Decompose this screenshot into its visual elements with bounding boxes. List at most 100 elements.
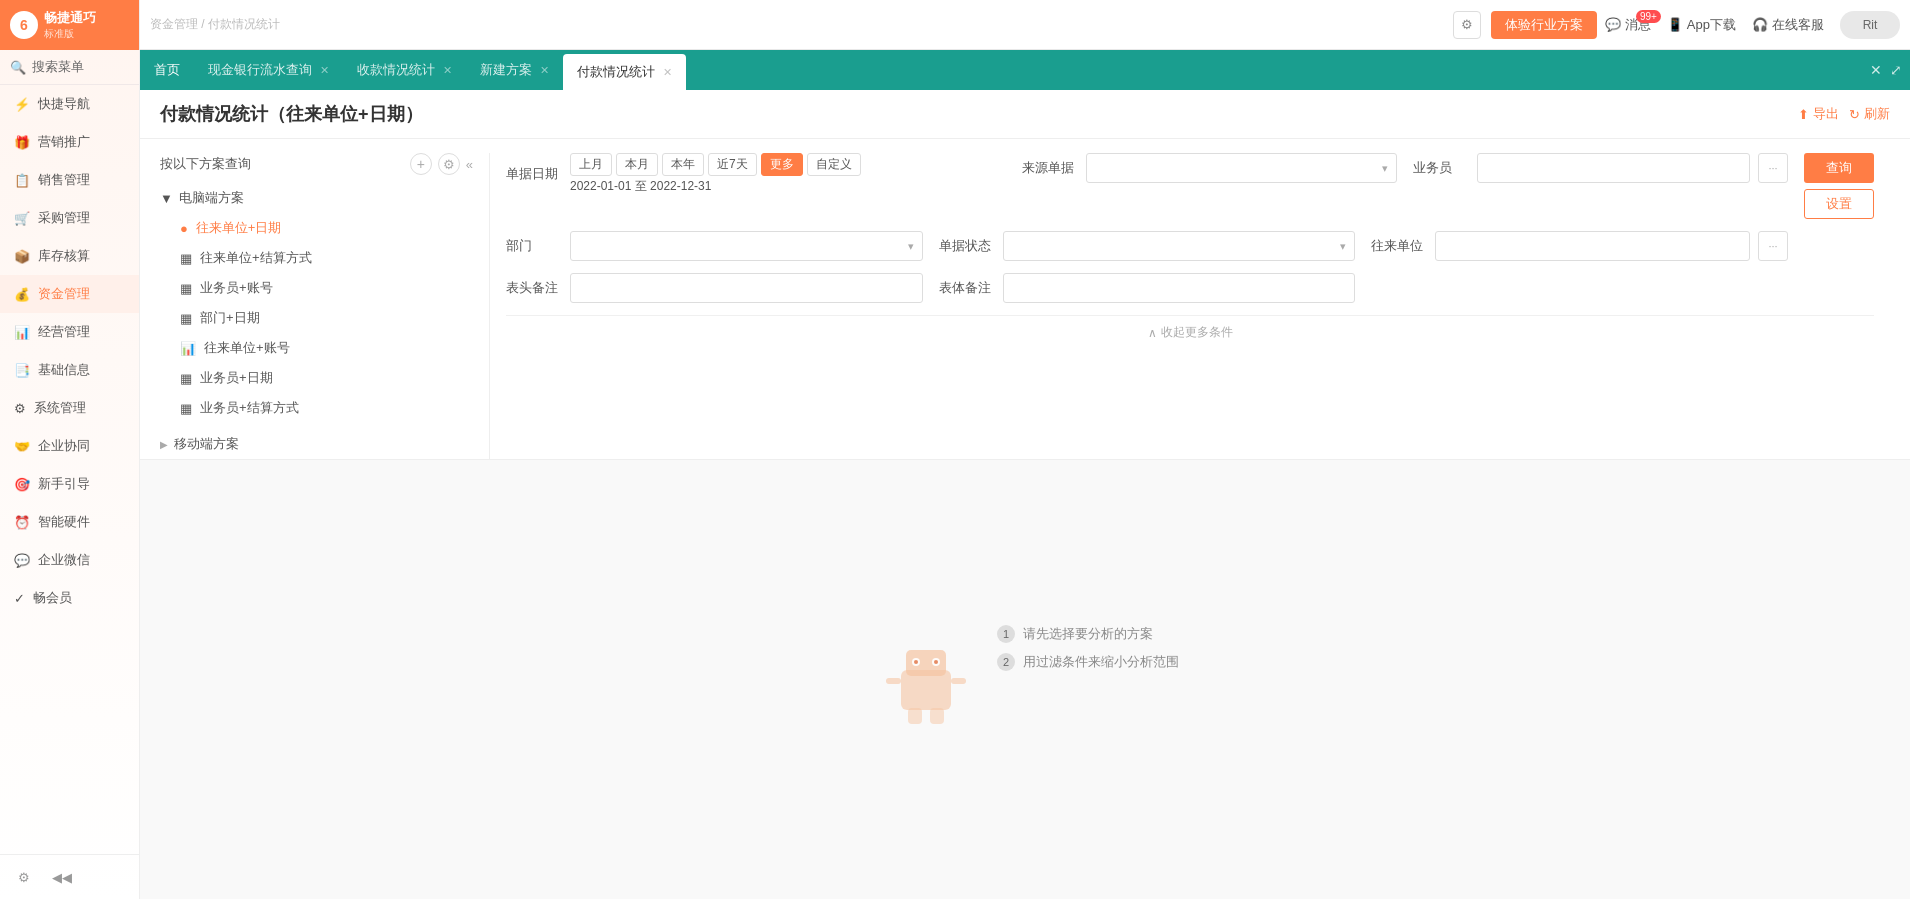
tab-new-scheme-close[interactable]: ✕	[540, 64, 549, 77]
sidebar-item-weixin[interactable]: 💬 企业微信	[0, 541, 139, 579]
tabbar-spacer	[686, 50, 1862, 90]
scheme-icon-6: ▦	[180, 401, 192, 416]
sidebar-item-marketing[interactable]: 🎁 营销推广	[0, 123, 139, 161]
query-btn[interactable]: 查询	[1804, 153, 1874, 183]
online-service-btn[interactable]: 🎧 在线客服	[1752, 16, 1824, 34]
tab-receipt-close[interactable]: ✕	[443, 64, 452, 77]
scheme-item-staff-settle[interactable]: ▦ 业务员+结算方式	[160, 393, 473, 423]
date-btn-7days[interactable]: 近7天	[708, 153, 757, 176]
sidebar: 6 畅捷通巧 标准版 🔍 搜索菜单 ⚡ 快捷导航 🎁 营销推广 📋 销售管理 🛒…	[0, 0, 140, 899]
date-btn-custom[interactable]: 自定义	[807, 153, 861, 176]
scheme-item-staff-date[interactable]: ▦ 业务员+日期	[160, 363, 473, 393]
status-select[interactable]: ▾	[1003, 231, 1356, 261]
scheme-add-btn[interactable]: +	[410, 153, 432, 175]
tab-payment-close[interactable]: ✕	[663, 66, 672, 79]
topbar-actions: ⚙ 体验行业方案	[1453, 11, 1597, 39]
sidebar-label-sales: 销售管理	[38, 171, 90, 189]
refresh-icon: ↻	[1849, 107, 1860, 122]
header-note-input[interactable]	[570, 273, 923, 303]
date-btn-this-year[interactable]: 本年	[662, 153, 704, 176]
sidebar-item-purchase[interactable]: 🛒 采购管理	[0, 199, 139, 237]
sidebar-collapse-btn[interactable]: ◀◀	[48, 863, 76, 891]
breadcrumb-text: 资金管理 / 付款情况统计	[150, 16, 280, 33]
date-btn-this-month[interactable]: 本月	[616, 153, 658, 176]
sidebar-item-finance[interactable]: 💰 资金管理	[0, 275, 139, 313]
filter-settings-btn[interactable]: 设置	[1804, 189, 1874, 219]
topbar-gear-btn[interactable]: ⚙	[1453, 11, 1481, 39]
hint-text-2: 用过滤条件来缩小分析范围	[1023, 653, 1179, 671]
hint-num-1: 1	[997, 625, 1015, 643]
source-select[interactable]: ▾	[1086, 153, 1397, 183]
scheme-item-contact-date-label: 往来单位+日期	[196, 219, 282, 237]
sidebar-item-operations[interactable]: 📊 经营管理	[0, 313, 139, 351]
sidebar-item-system[interactable]: ⚙ 系统管理	[0, 389, 139, 427]
sidebar-item-guide[interactable]: 🎯 新手引导	[0, 465, 139, 503]
tabbar-controls: ✕ ⤢	[1862, 50, 1910, 90]
purchase-icon: 🛒	[14, 211, 30, 226]
trial-btn[interactable]: 体验行业方案	[1491, 11, 1597, 39]
collapse-more-btn[interactable]: ∧ 收起更多条件	[506, 315, 1874, 349]
scheme-item-dept-date[interactable]: ▦ 部门+日期	[160, 303, 473, 333]
tab-payment[interactable]: 付款情况统计 ✕	[563, 54, 686, 90]
scheme-item-contact-account[interactable]: 📊 往来单位+账号	[160, 333, 473, 363]
date-btn-more[interactable]: 更多	[761, 153, 803, 176]
staff-ellipsis-btn[interactable]: ···	[1758, 153, 1788, 183]
sidebar-item-collab[interactable]: 🤝 企业协同	[0, 427, 139, 465]
close-all-tabs-btn[interactable]: ✕	[1870, 62, 1882, 78]
user-avatar[interactable]: Rit	[1840, 11, 1900, 39]
scheme-item-contact-date[interactable]: ● 往来单位+日期	[160, 213, 473, 243]
scheme-icon-2: ▦	[180, 281, 192, 296]
refresh-btn[interactable]: ↻ 刷新	[1849, 105, 1890, 123]
collab-icon: 🤝	[14, 439, 30, 454]
search-icon: 🔍	[10, 60, 26, 75]
body-note-field: 表体备注	[939, 273, 1356, 303]
sidebar-item-hardware[interactable]: ⏰ 智能硬件	[0, 503, 139, 541]
sidebar-item-quicknav[interactable]: ⚡ 快捷导航	[0, 85, 139, 123]
tab-bank-close[interactable]: ✕	[320, 64, 329, 77]
tab-home[interactable]: 首页	[140, 50, 194, 90]
status-label: 单据状态	[939, 237, 995, 255]
dept-select[interactable]: ▾	[570, 231, 923, 261]
sidebar-item-sales[interactable]: 📋 销售管理	[0, 161, 139, 199]
message-badge: 99+	[1636, 10, 1661, 23]
empty-svg	[876, 630, 976, 730]
contact-ellipsis-btn[interactable]: ···	[1758, 231, 1788, 261]
svg-rect-9	[930, 708, 944, 724]
sidebar-label-operations: 经营管理	[38, 323, 90, 341]
contact-select[interactable]	[1435, 231, 1750, 261]
body-note-input[interactable]	[1003, 273, 1356, 303]
scheme-item-contact-settle-label: 往来单位+结算方式	[200, 249, 312, 267]
sidebar-footer: ⚙ ◀◀	[0, 854, 139, 899]
scheme-collapse-btn[interactable]: «	[466, 157, 473, 172]
system-icon: ⚙	[14, 401, 26, 416]
staff-field: 业务员 ···	[1413, 153, 1788, 183]
tab-new-scheme[interactable]: 新建方案 ✕	[466, 50, 563, 90]
sidebar-gear-btn[interactable]: ⚙	[10, 863, 38, 891]
date-btn-prev-month[interactable]: 上月	[570, 153, 612, 176]
sidebar-item-inventory[interactable]: 📦 库存核算	[0, 237, 139, 275]
sidebar-item-member[interactable]: ✓ 畅会员	[0, 579, 139, 617]
page-title: 付款情况统计（往来单位+日期）	[160, 102, 423, 126]
tab-bank[interactable]: 现金银行流水查询 ✕	[194, 50, 343, 90]
mobile-scheme-section[interactable]: ▶ 移动端方案	[160, 429, 473, 459]
body-note-label: 表体备注	[939, 279, 995, 297]
sidebar-label-purchase: 采购管理	[38, 209, 90, 227]
tab-receipt[interactable]: 收款情况统计 ✕	[343, 50, 466, 90]
expand-tabs-btn[interactable]: ⤢	[1890, 62, 1902, 78]
staff-select[interactable]	[1477, 153, 1750, 183]
guide-icon: 🎯	[14, 477, 30, 492]
app-download-btn[interactable]: 📱 App下载	[1667, 16, 1736, 34]
service-label: 在线客服	[1772, 16, 1824, 34]
scheme-item-staff-account[interactable]: ▦ 业务员+账号	[160, 273, 473, 303]
hint-num-2: 2	[997, 653, 1015, 671]
scheme-item-contact-settle[interactable]: ▦ 往来单位+结算方式	[160, 243, 473, 273]
sidebar-item-basic[interactable]: 📑 基础信息	[0, 351, 139, 389]
scheme-settings-btn[interactable]: ⚙	[438, 153, 460, 175]
desktop-scheme-header[interactable]: ▼ 电脑端方案	[160, 183, 473, 213]
tab-payment-label: 付款情况统计	[577, 63, 655, 81]
export-btn[interactable]: ⬆ 导出	[1798, 105, 1839, 123]
message-btn[interactable]: 💬 消息 99+	[1605, 16, 1651, 34]
empty-hints: 1 请先选择要分析的方案 2 用过滤条件来缩小分析范围	[997, 625, 1179, 671]
contact-field: 往来单位 ···	[1371, 231, 1788, 261]
search-menu-item[interactable]: 🔍 搜索菜单	[0, 50, 139, 85]
